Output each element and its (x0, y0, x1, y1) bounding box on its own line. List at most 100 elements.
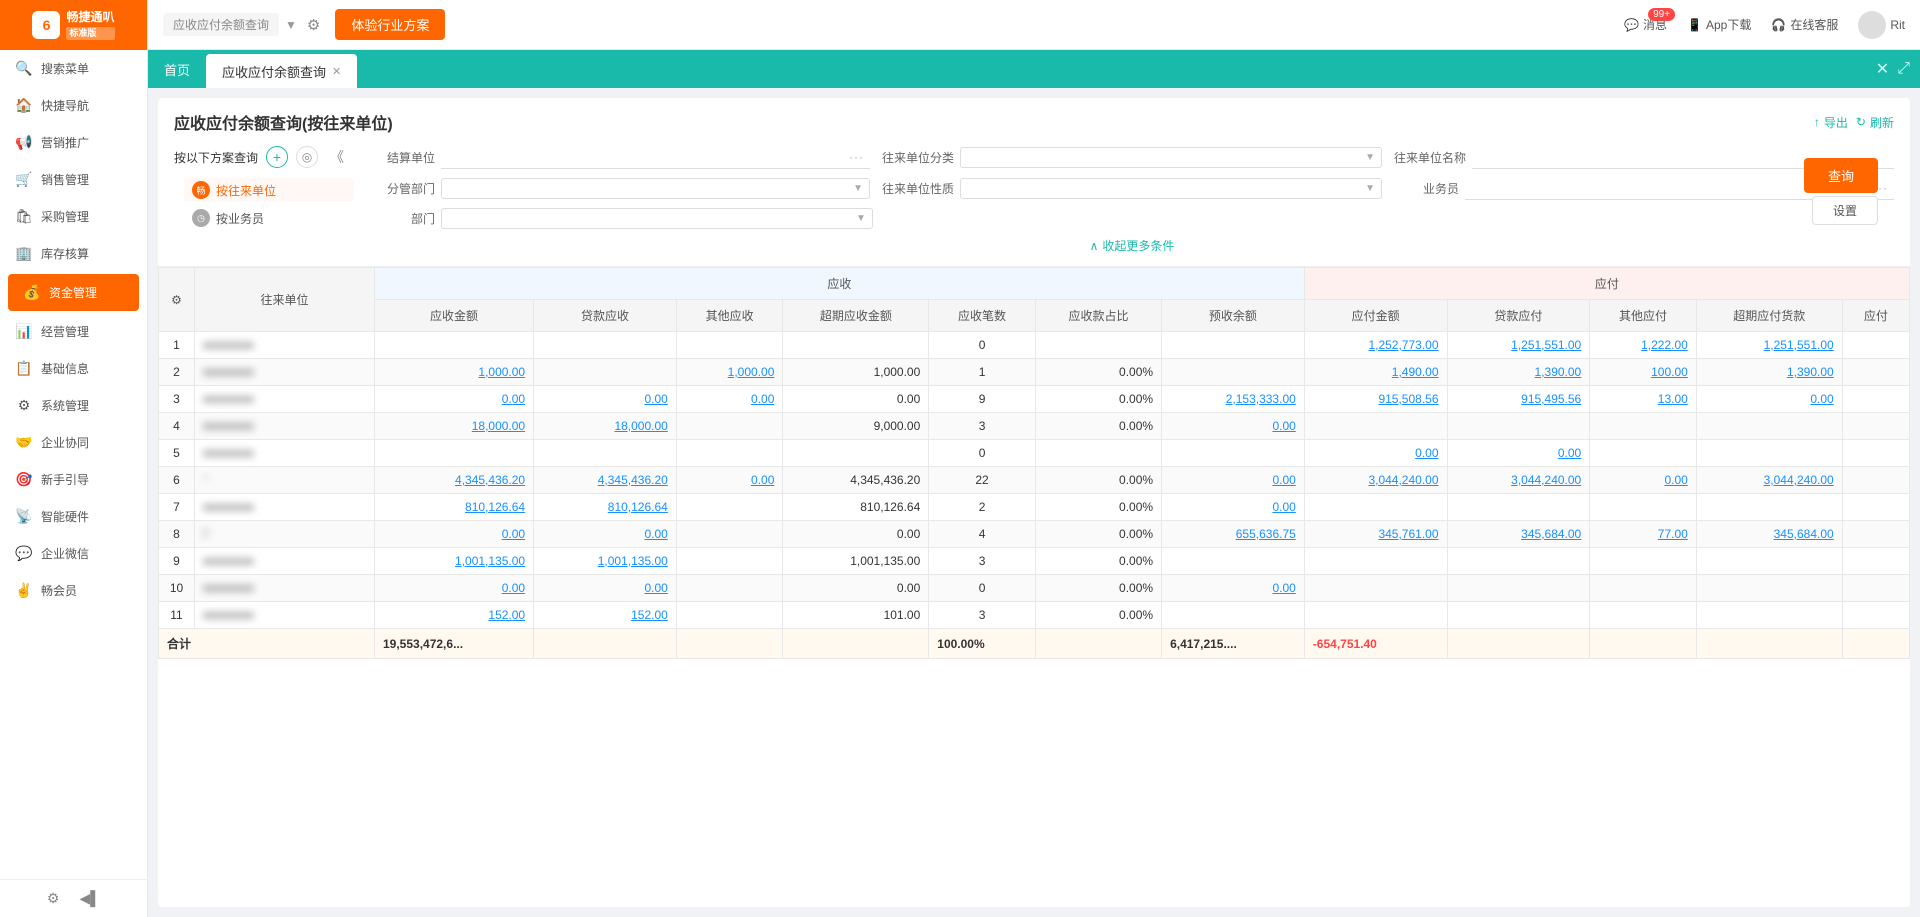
sidebar-item-corp-collab[interactable]: 🤝 企业协同 (0, 424, 147, 461)
cell-link[interactable]: 0.00 (1664, 473, 1687, 487)
sidebar-item-member[interactable]: ✌ 畅会员 (0, 572, 147, 609)
tab-home[interactable]: 首页 (148, 50, 206, 88)
tfoot-ar-ratio: 100.00% (929, 629, 1036, 659)
cell-link[interactable]: 0.00 (1272, 473, 1295, 487)
header-user[interactable]: Rit (1858, 11, 1905, 39)
sidebar-item-label: 畅会员 (41, 582, 77, 599)
cell-link[interactable]: 0.00 (502, 527, 525, 541)
department-label: 部门 (370, 210, 435, 227)
filter-option-partner[interactable]: 畅 按往来单位 (184, 178, 354, 202)
cell-link[interactable]: 0.00 (644, 392, 667, 406)
sidebar-item-operations[interactable]: 📊 经营管理 (0, 313, 147, 350)
collapse-more-btn[interactable]: ∧ 收起更多条件 (370, 237, 1894, 254)
cell-link[interactable]: 0.00 (1272, 419, 1295, 433)
cell-link[interactable]: 345,684.00 (1521, 527, 1581, 541)
cell-link[interactable]: 0.00 (1558, 446, 1581, 460)
sidebar-item-search-menu[interactable]: 🔍 搜索菜单 (0, 50, 147, 87)
cell-link[interactable]: 0.00 (502, 581, 525, 595)
filter-settings-icon-btn[interactable]: ◎ (296, 146, 318, 168)
tab-ar-ap-query[interactable]: 应收应付余额查询 ✕ (206, 54, 357, 88)
cell-link[interactable]: 1,001,135.00 (598, 554, 668, 568)
refresh-button[interactable]: ↻ 刷新 (1856, 114, 1894, 131)
cell-link[interactable]: 3,044,240.00 (1764, 473, 1834, 487)
sidebar-item-finance[interactable]: 💰 资金管理 (8, 274, 139, 311)
sidebar-item-inventory[interactable]: 🏢 库存核算 (0, 235, 147, 272)
cell-link[interactable]: 1,490.00 (1392, 365, 1439, 379)
sidebar-item-quick-nav[interactable]: 🏠 快捷导航 (0, 87, 147, 124)
cell-link[interactable]: 915,495.56 (1521, 392, 1581, 406)
cell-link[interactable]: 2,153,333.00 (1226, 392, 1296, 406)
cell-link[interactable]: 1,000.00 (728, 365, 775, 379)
cell-link[interactable]: 0.00 (1272, 500, 1295, 514)
cell-link[interactable]: 13.00 (1658, 392, 1688, 406)
cell-link[interactable]: 810,126.64 (608, 500, 668, 514)
cell-link[interactable]: 1,252,773.00 (1368, 338, 1438, 352)
cell-link[interactable]: 3,044,240.00 (1511, 473, 1581, 487)
filter-option-salesperson[interactable]: ◷ 按业务员 (184, 206, 354, 230)
cell-link[interactable]: 4,345,436.20 (455, 473, 525, 487)
page-title: 应收应付余额查询(按往来单位) (174, 110, 393, 134)
sidebar-item-system[interactable]: ⚙ 系统管理 (0, 387, 147, 424)
cell-link[interactable]: 655,636.75 (1236, 527, 1296, 541)
cell-link[interactable]: 1,222.00 (1641, 338, 1688, 352)
dept-managed-select[interactable]: ▼ (441, 178, 870, 199)
settings-button[interactable]: 设置 (1812, 196, 1878, 225)
service-icon: 🎧 (1771, 18, 1786, 32)
cell-link[interactable]: 1,390.00 (1535, 365, 1582, 379)
cell-link[interactable]: 0.00 (644, 527, 667, 541)
tabbar-close-icon[interactable]: ✕ (1876, 59, 1889, 79)
cell-link[interactable]: 3,044,240.00 (1368, 473, 1438, 487)
cell-link[interactable]: 77.00 (1658, 527, 1688, 541)
sidebar-settings-btn[interactable]: ⚙ (47, 890, 60, 907)
trial-button[interactable]: 体验行业方案 (335, 9, 445, 40)
header-app-download[interactable]: 📱 App下载 (1687, 16, 1751, 33)
th-settings[interactable]: ⚙ (159, 268, 195, 332)
department-select[interactable]: ▼ (441, 208, 873, 229)
cell-link[interactable]: 0.00 (1810, 392, 1833, 406)
cell-link[interactable]: 0.00 (1415, 446, 1438, 460)
cell-link[interactable]: 345,761.00 (1378, 527, 1438, 541)
cell-link[interactable]: 100.00 (1651, 365, 1688, 379)
cell-link[interactable]: 915,508.56 (1378, 392, 1438, 406)
tab-close-icon[interactable]: ✕ (332, 65, 341, 78)
sidebar-item-guide[interactable]: 🎯 新手引导 (0, 461, 147, 498)
tfoot-ar-prepay: 6,417,215.... (1162, 629, 1305, 659)
cell-link[interactable]: 0.00 (644, 581, 667, 595)
cell-link[interactable]: 18,000.00 (472, 419, 525, 433)
cell-link[interactable]: 1,000.00 (478, 365, 525, 379)
sidebar-item-marketing[interactable]: 📢 营销推广 (0, 124, 147, 161)
cell-link[interactable]: 152.00 (488, 608, 525, 622)
sidebar-item-corp-wechat[interactable]: 💬 企业微信 (0, 535, 147, 572)
sidebar-item-smart-hw[interactable]: 📡 智能硬件 (0, 498, 147, 535)
query-button[interactable]: 查询 (1804, 158, 1878, 193)
header-messages[interactable]: 💬 消息 99+ (1624, 16, 1667, 33)
sidebar-item-purchase[interactable]: 🛍 采购管理 (0, 198, 147, 235)
export-button[interactable]: ↑ 导出 (1814, 114, 1848, 131)
cell-link[interactable]: 1,251,551.00 (1511, 338, 1581, 352)
cell-link[interactable]: 152.00 (631, 608, 668, 622)
cell-link[interactable]: 1,251,551.00 (1764, 338, 1834, 352)
th-ap-overdue: 超期应付货款 (1696, 300, 1842, 332)
settlement-unit-input[interactable]: ··· (441, 146, 870, 169)
cell-link[interactable]: 1,390.00 (1787, 365, 1834, 379)
header-gear-icon[interactable]: ⚙ (307, 16, 320, 34)
cell-link[interactable]: 345,684.00 (1774, 527, 1834, 541)
cell-link[interactable]: 0.00 (1272, 581, 1295, 595)
partner-cat-select[interactable]: ▼ (960, 147, 1382, 168)
filter-add-button[interactable]: + (266, 146, 288, 168)
partner-nature-select[interactable]: ▼ (960, 178, 1382, 199)
cell-link[interactable]: 0.00 (751, 392, 774, 406)
cell-link[interactable]: 810,126.64 (465, 500, 525, 514)
cell-link[interactable]: 1,001,135.00 (455, 554, 525, 568)
sidebar-collapse-btn[interactable]: ◀▌ (79, 890, 100, 907)
header-online-service[interactable]: 🎧 在线客服 (1771, 16, 1838, 33)
sidebar-item-base-info[interactable]: 📋 基础信息 (0, 350, 147, 387)
inventory-icon: 🏢 (15, 245, 33, 262)
cell-link[interactable]: 18,000.00 (614, 419, 667, 433)
filter-collapse-icon[interactable]: 《 (326, 146, 348, 168)
sidebar-item-sales[interactable]: 🛒 销售管理 (0, 161, 147, 198)
cell-link[interactable]: 0.00 (502, 392, 525, 406)
cell-link[interactable]: 0.00 (751, 473, 774, 487)
cell-link[interactable]: 4,345,436.20 (598, 473, 668, 487)
tabbar-expand-icon[interactable]: ⤢ (1897, 60, 1910, 78)
